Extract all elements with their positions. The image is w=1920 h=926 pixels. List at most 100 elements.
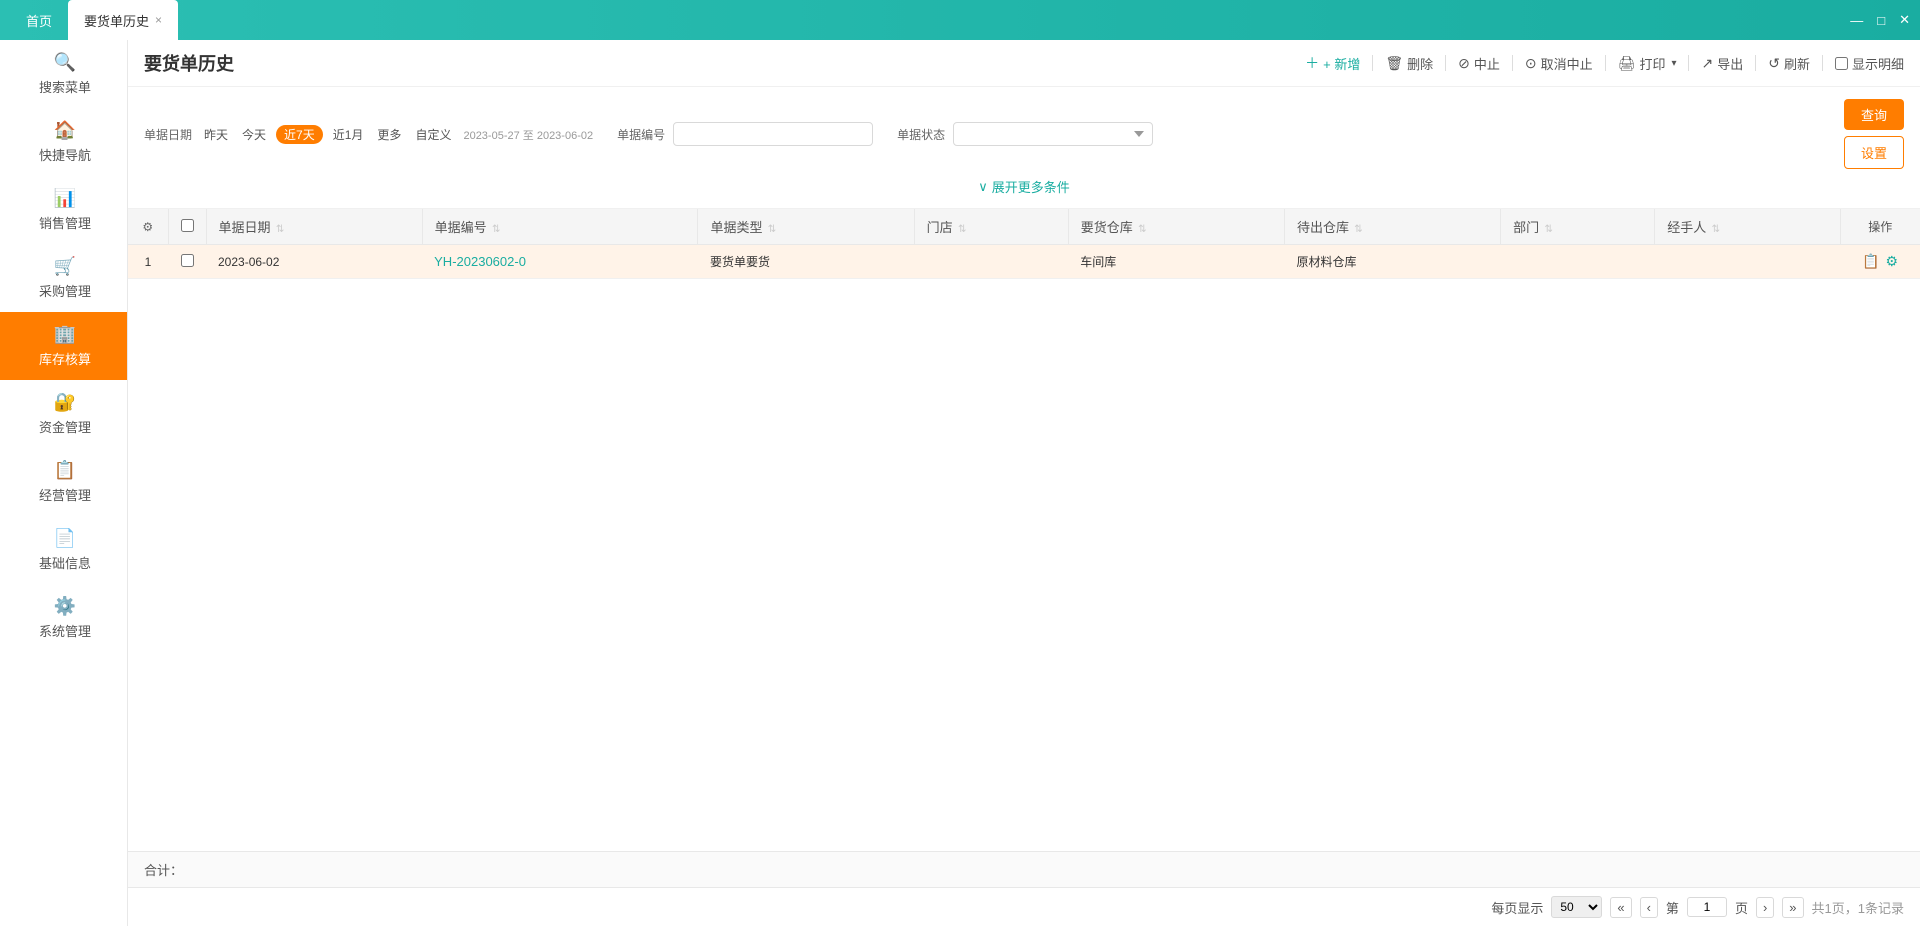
sidebar-item-label: 经营管理 xyxy=(39,485,91,504)
sort-icon: ⇅ xyxy=(1712,224,1720,235)
stop-button[interactable]: ⊘ 中止 xyxy=(1458,54,1500,73)
date-more[interactable]: 更多 xyxy=(373,125,405,144)
table-row: 1 2023-06-02 YH-20230602-0 要货单要货 车间库 原材料… xyxy=(128,245,1920,279)
expand-more-button[interactable]: ∨ 展开更多条件 xyxy=(144,177,1904,196)
sidebar-item-system-mgmt[interactable]: ⚙️ 系统管理 xyxy=(0,584,127,652)
print-dropdown-icon[interactable]: ▾ xyxy=(1671,58,1676,69)
sidebar-item-label: 系统管理 xyxy=(39,621,91,640)
date-custom[interactable]: 自定义 xyxy=(411,125,455,144)
row-department xyxy=(1501,245,1655,279)
sidebar-item-purchase-mgmt[interactable]: 🛒 采购管理 xyxy=(0,244,127,312)
divider xyxy=(1822,55,1823,71)
chevron-down-icon: ∨ xyxy=(978,179,988,195)
page-input[interactable] xyxy=(1687,897,1727,917)
sidebar-item-basic-info[interactable]: 📄 基础信息 xyxy=(0,516,127,584)
doc-no-input[interactable] xyxy=(673,122,873,146)
divider xyxy=(1605,55,1606,71)
date-1month[interactable]: 近1月 xyxy=(329,125,368,144)
date-today[interactable]: 今天 xyxy=(238,125,270,144)
per-page-label: 每页显示 xyxy=(1491,898,1543,917)
window-close-icon[interactable]: ✕ xyxy=(1899,12,1910,28)
settings-button[interactable]: 设置 xyxy=(1844,136,1904,169)
total-label: 合计： xyxy=(144,860,183,879)
row-edit-icon[interactable]: 📋 xyxy=(1862,253,1879,270)
cancel-stop-icon: ⊙ xyxy=(1525,55,1537,72)
sidebar-item-finance-mgmt[interactable]: 🔐 资金管理 xyxy=(0,380,127,448)
per-page-select[interactable]: 50 20 100 200 xyxy=(1551,896,1602,918)
window-maximize-icon[interactable]: □ xyxy=(1877,13,1885,28)
column-doc-no[interactable]: 单据编号 ⇅ xyxy=(422,209,698,245)
date-yesterday[interactable]: 昨天 xyxy=(200,125,232,144)
tab-close-icon[interactable]: × xyxy=(155,13,162,27)
prev-page-button[interactable]: ‹ xyxy=(1640,897,1658,918)
cancel-stop-button[interactable]: ⊙ 取消中止 xyxy=(1525,54,1593,73)
sidebar: 🔍 搜索菜单 🏠 快捷导航 📊 销售管理 🛒 采购管理 🏢 库存核算 🔐 资金管… xyxy=(0,40,128,926)
refresh-icon: ↺ xyxy=(1768,55,1780,72)
column-pending-warehouse[interactable]: 待出仓库 ⇅ xyxy=(1284,209,1500,245)
check-all-checkbox[interactable] xyxy=(181,219,194,232)
column-req-warehouse[interactable]: 要货仓库 ⇅ xyxy=(1068,209,1284,245)
row-delete-icon[interactable]: ⚙ xyxy=(1885,253,1898,270)
table-container: ⚙ 单据日期 ⇅ 单据编号 ⇅ 单据类型 xyxy=(128,209,1920,851)
row-index: 1 xyxy=(128,245,168,279)
row-check[interactable] xyxy=(168,245,206,279)
window-minimize-icon[interactable]: — xyxy=(1850,13,1863,28)
doc-no-filter-group: 单据编号 xyxy=(617,122,873,146)
sort-icon: ⇅ xyxy=(1138,224,1146,235)
data-table: ⚙ 单据日期 ⇅ 单据编号 ⇅ 单据类型 xyxy=(128,209,1920,279)
sidebar-item-ops-mgmt[interactable]: 📋 经营管理 xyxy=(0,448,127,516)
export-button[interactable]: ↗ 导出 xyxy=(1701,54,1743,73)
refresh-button[interactable]: ↺ 刷新 xyxy=(1768,54,1810,73)
sort-icon: ⇅ xyxy=(768,224,776,235)
top-bar: 首页 要货单历史 × — □ ✕ xyxy=(0,0,1920,40)
page-header: 要货单历史 ＋ + 新增 🗑 删除 ⊘ 中止 ⊙ xyxy=(128,40,1920,87)
column-doc-type[interactable]: 单据类型 ⇅ xyxy=(698,209,914,245)
content-area: 要货单历史 ＋ + 新增 🗑 删除 ⊘ 中止 ⊙ xyxy=(128,40,1920,926)
search-icon: 🔍 xyxy=(54,52,76,73)
column-handler[interactable]: 经手人 ⇅ xyxy=(1655,209,1840,245)
next-page-button[interactable]: › xyxy=(1756,897,1774,918)
column-settings-icon[interactable]: ⚙ xyxy=(128,209,168,245)
sidebar-item-inventory[interactable]: 🏢 库存核算 xyxy=(0,312,127,380)
main-layout: 🔍 搜索菜单 🏠 快捷导航 📊 销售管理 🛒 采购管理 🏢 库存核算 🔐 资金管… xyxy=(0,40,1920,926)
display-detail-button[interactable]: 显示明细 xyxy=(1835,54,1904,73)
divider xyxy=(1688,55,1689,71)
gear-icon: ⚙️ xyxy=(54,596,76,617)
delete-button[interactable]: 🗑 删除 xyxy=(1385,54,1433,73)
date-range-display: 2023-05-27 至 2023-06-02 xyxy=(463,127,593,143)
query-button[interactable]: 查询 xyxy=(1844,99,1904,130)
status-select[interactable] xyxy=(953,122,1153,146)
row-handler xyxy=(1655,245,1840,279)
table-footer: 合计： xyxy=(128,851,1920,887)
last-page-button[interactable]: » xyxy=(1782,897,1803,918)
column-check-all[interactable] xyxy=(168,209,206,245)
row-actions: 📋 ⚙ xyxy=(1840,245,1920,279)
sidebar-item-search-menu[interactable]: 🔍 搜索菜单 xyxy=(0,40,127,108)
row-checkbox[interactable] xyxy=(181,254,194,267)
column-action: 操作 xyxy=(1840,209,1920,245)
sidebar-item-label: 资金管理 xyxy=(39,417,91,436)
date-7days[interactable]: 近7天 xyxy=(276,125,323,144)
doc-no-link[interactable]: YH-20230602-0 xyxy=(434,254,526,269)
sort-icon: ⇅ xyxy=(1354,224,1362,235)
export-icon: ↗ xyxy=(1701,55,1713,72)
new-button[interactable]: ＋ + 新增 xyxy=(1305,53,1360,73)
home-icon: 🏠 xyxy=(54,120,76,141)
column-doc-date[interactable]: 单据日期 ⇅ xyxy=(206,209,422,245)
first-page-button[interactable]: « xyxy=(1610,897,1631,918)
sidebar-item-label: 快捷导航 xyxy=(39,145,91,164)
page-input-label: 第 xyxy=(1666,898,1679,917)
tab-requisition-history[interactable]: 要货单历史 × xyxy=(68,0,178,40)
sidebar-item-quick-nav[interactable]: 🏠 快捷导航 xyxy=(0,108,127,176)
row-store xyxy=(914,245,1068,279)
divider xyxy=(1372,55,1373,71)
chart-icon: 📊 xyxy=(54,188,76,209)
pagination-total: 共1页，1条记录 xyxy=(1812,898,1904,917)
display-detail-checkbox[interactable] xyxy=(1835,57,1848,70)
sidebar-item-sales-mgmt[interactable]: 📊 销售管理 xyxy=(0,176,127,244)
column-department[interactable]: 部门 ⇅ xyxy=(1501,209,1655,245)
add-icon: ＋ xyxy=(1305,53,1319,73)
print-button[interactable]: 🖨 打印 ▾ xyxy=(1618,54,1677,73)
column-store[interactable]: 门店 ⇅ xyxy=(914,209,1068,245)
tab-home[interactable]: 首页 xyxy=(10,0,68,40)
